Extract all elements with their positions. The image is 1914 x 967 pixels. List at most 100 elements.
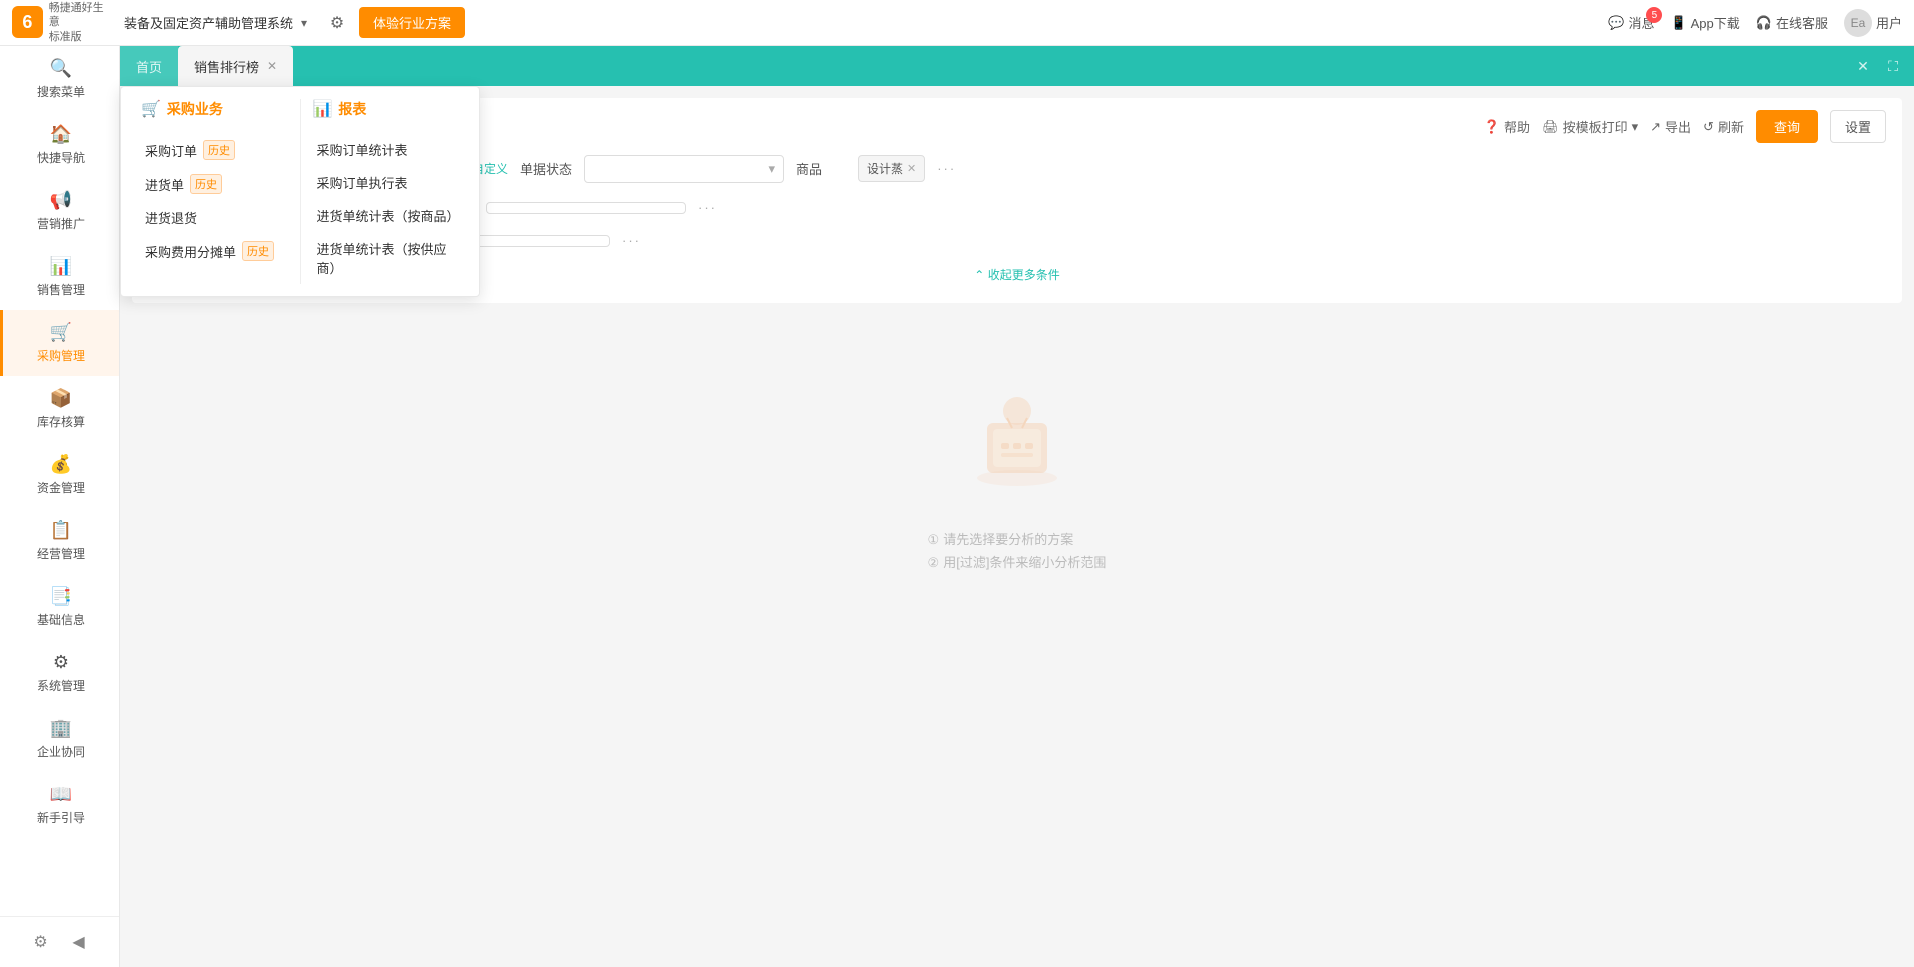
- sidebar-item-enterprise[interactable]: 🏢 企业协同: [0, 706, 119, 772]
- refresh-icon: ↺: [1703, 119, 1714, 135]
- empty-illustration: [957, 393, 1077, 512]
- empty-state: 请先选择要分析的方案 用[过滤]条件来缩小分析范围: [132, 313, 1902, 655]
- empty-tip-1: 请先选择要分析的方案: [928, 528, 1107, 551]
- dropdown-item-label-expense: 采购费用分摊单: [145, 242, 236, 261]
- logo: 6 畅捷通好生意 标准版: [12, 1, 112, 44]
- sidebar-item-basic-info[interactable]: 📑 基础信息: [0, 574, 119, 640]
- logo-icon: 6: [12, 6, 43, 38]
- sidebar-collapse-btn[interactable]: ◀: [64, 927, 94, 957]
- help-btn[interactable]: ❓ 帮助: [1484, 117, 1530, 136]
- salesperson-more-dots[interactable]: ···: [698, 200, 717, 215]
- topbar: 6 畅捷通好生意 标准版 装备及固定资产辅助管理系统 ▾ ⚙ 体验行业方案 💬 …: [0, 0, 1914, 46]
- tab-bar-actions: ✕ ⛶: [1850, 53, 1914, 79]
- settings-filter-btn[interactable]: 设置: [1830, 110, 1886, 143]
- tab-home[interactable]: 首页: [120, 46, 178, 86]
- funds-icon: 💰: [50, 454, 72, 475]
- goods-tag-close[interactable]: ✕: [907, 162, 916, 175]
- dropdown-col-purchase-title: 🛒 采购业务: [141, 99, 288, 123]
- sidebar-item-inventory[interactable]: 📦 库存核算: [0, 376, 119, 442]
- main-layout: 🔍 搜索菜单 🏠 快捷导航 📢 营销推广 📊 销售管理 🛒 采购管理 📦 库存核…: [0, 46, 1914, 967]
- sidebar-item-system[interactable]: ⚙ 系统管理: [0, 640, 119, 706]
- logo-text: 畅捷通好生意 标准版: [49, 1, 112, 44]
- avatar: Ea: [1844, 9, 1872, 37]
- goods-more-dots[interactable]: ···: [937, 161, 956, 176]
- customer-more-dots[interactable]: ···: [622, 233, 641, 248]
- reports-col-icon: 📊: [313, 99, 333, 119]
- dropdown-item-label-purchase-order: 采购订单: [145, 141, 197, 160]
- dropdown-item-purchase-order[interactable]: 采购订单 历史: [141, 133, 288, 167]
- dropdown-item-expense[interactable]: 采购费用分摊单 历史: [141, 234, 288, 268]
- basic-info-icon: 📑: [50, 586, 72, 607]
- inventory-icon: 📦: [50, 388, 72, 409]
- purchase-icon: 🛒: [50, 322, 72, 343]
- dropdown-item-label-receipt: 进货单: [145, 175, 184, 194]
- history-tag-purchase-order: 历史: [203, 140, 235, 160]
- empty-tips: 请先选择要分析的方案 用[过滤]条件来缩小分析范围: [928, 528, 1107, 575]
- sidebar-label-search: 搜索菜单: [37, 83, 85, 100]
- user-btn[interactable]: Ea 用户: [1844, 9, 1902, 37]
- export-icon: ↗: [1650, 119, 1661, 135]
- sidebar: 🔍 搜索菜单 🏠 快捷导航 📢 营销推广 📊 销售管理 🛒 采购管理 📦 库存核…: [0, 46, 120, 967]
- history-tag-expense: 历史: [242, 241, 274, 261]
- sidebar-item-quick-nav[interactable]: 🏠 快捷导航: [0, 112, 119, 178]
- collapse-icon: ◀: [72, 932, 84, 952]
- goods-tag-value: 设计蒸: [867, 160, 903, 177]
- sales-icon: 📊: [50, 256, 72, 277]
- goods-tag: 设计蒸 ✕: [858, 155, 925, 182]
- refresh-btn[interactable]: ↺ 刷新: [1703, 117, 1744, 136]
- enterprise-icon: 🏢: [50, 718, 72, 739]
- system-title-dropdown[interactable]: ▾: [301, 16, 307, 30]
- sidebar-settings-btn[interactable]: ⚙: [26, 927, 56, 957]
- dropdown-col-purchase: 🛒 采购业务 采购订单 历史 进货单 历史 进货退货: [133, 99, 296, 284]
- collapse-label: 收起更多条件: [988, 268, 1060, 282]
- export-btn[interactable]: ↗ 导出: [1650, 117, 1691, 136]
- dropdown-item-receipt-stats-goods[interactable]: 进货单统计表（按商品）: [313, 199, 460, 232]
- topbar-settings-btn[interactable]: ⚙: [323, 9, 351, 37]
- system-title: 装备及固定资产辅助管理系统 ▾ ⚙ 体验行业方案: [124, 7, 1608, 38]
- app-download-btn[interactable]: 📱 App下载: [1670, 13, 1739, 32]
- help-icon: ❓: [1484, 119, 1500, 135]
- industry-btn[interactable]: 体验行业方案: [359, 7, 465, 38]
- operations-icon: 📋: [50, 520, 72, 541]
- dropdown-item-return[interactable]: 进货退货: [141, 201, 288, 234]
- doc-status-select[interactable]: ▾: [584, 155, 784, 183]
- sidebar-item-operations[interactable]: 📋 经营管理: [0, 508, 119, 574]
- sidebar-label-system: 系统管理: [37, 677, 85, 694]
- sidebar-item-search[interactable]: 🔍 搜索菜单: [0, 46, 119, 112]
- dropdown-item-order-stats[interactable]: 采购订单统计表: [313, 133, 460, 166]
- sidebar-item-guide[interactable]: 📖 新手引导: [0, 772, 119, 838]
- tab-fullscreen-btn[interactable]: ⛶: [1880, 53, 1906, 79]
- sidebar-label-funds: 资金管理: [37, 479, 85, 496]
- tab-sales-rank[interactable]: 销售排行榜 ✕: [178, 46, 293, 86]
- messages-btn[interactable]: 💬 消息 5: [1608, 13, 1654, 32]
- sidebar-label-basic-info: 基础信息: [37, 611, 85, 628]
- dropdown-item-receipt[interactable]: 进货单 历史: [141, 167, 288, 201]
- print-dropdown-icon: ▾: [1632, 119, 1639, 135]
- sidebar-item-purchase[interactable]: 🛒 采购管理: [0, 310, 119, 376]
- sidebar-item-funds[interactable]: 💰 资金管理: [0, 442, 119, 508]
- empty-tip-2: 用[过滤]条件来缩小分析范围: [928, 551, 1107, 574]
- sidebar-label-enterprise: 企业协同: [37, 743, 85, 760]
- sidebar-item-marketing[interactable]: 📢 营销推广: [0, 178, 119, 244]
- query-btn[interactable]: 查询: [1756, 110, 1818, 143]
- sidebar-item-sales[interactable]: 📊 销售管理: [0, 244, 119, 310]
- guide-icon: 📖: [50, 784, 72, 805]
- system-icon: ⚙: [53, 652, 69, 673]
- dropdown-item-order-exec[interactable]: 采购订单执行表: [313, 166, 460, 199]
- salesperson-input[interactable]: [486, 202, 686, 214]
- sidebar-label-quick-nav: 快捷导航: [37, 149, 85, 166]
- dropdown-item-receipt-stats-supplier[interactable]: 进货单统计表（按供应商）: [313, 232, 460, 284]
- tab-close-btn[interactable]: ✕: [1850, 53, 1876, 79]
- tab-close-sales-rank[interactable]: ✕: [267, 59, 277, 73]
- message-icon: 💬: [1608, 15, 1624, 31]
- history-tag-receipt: 历史: [190, 174, 222, 194]
- online-service-btn[interactable]: 🎧 在线客服: [1756, 13, 1828, 32]
- content-area: 首页 销售排行榜 ✕ ✕ ⛶ ❓ 帮助: [120, 46, 1914, 967]
- dropdown-col-reports-title: 📊 报表: [313, 99, 460, 123]
- goods-label: 商品: [796, 159, 846, 178]
- sidebar-label-guide: 新手引导: [37, 809, 85, 826]
- purchase-col-icon: 🛒: [141, 99, 161, 119]
- dropdown-menu: 🛒 采购业务 采购订单 历史 进货单 历史 进货退货: [120, 86, 480, 297]
- home-icon: 🏠: [50, 124, 72, 145]
- print-btn[interactable]: 🖨 按模板打印 ▾: [1542, 117, 1638, 136]
